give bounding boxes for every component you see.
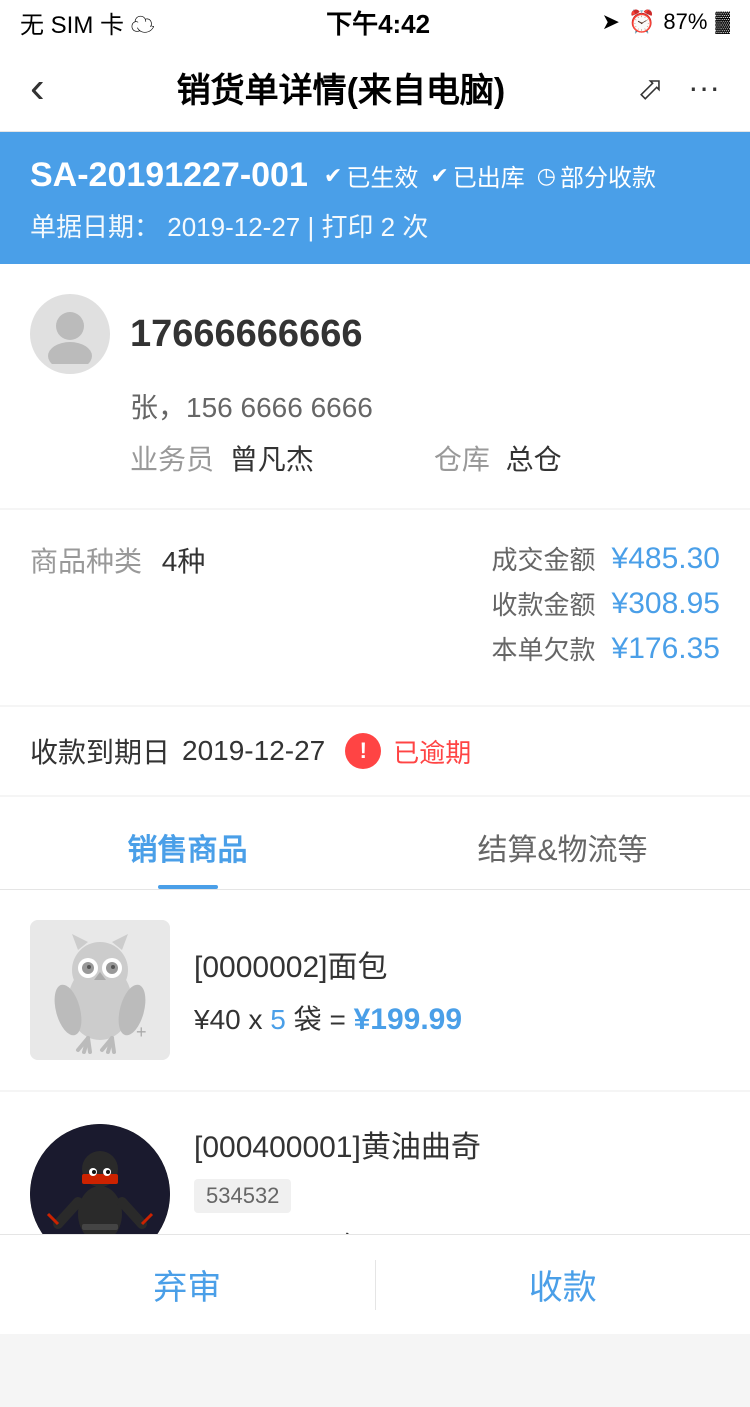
battery-icon: ▓ xyxy=(715,11,730,34)
page-title: 销货单详情(来自电脑) xyxy=(177,63,506,112)
deal-amount-row: 成交金额 ¥485.30 xyxy=(492,540,720,577)
tab-settlement-label: 结算&物流等 xyxy=(477,834,647,867)
bread-unit-price: ¥40 xyxy=(194,1004,241,1035)
product-image-bread: + xyxy=(30,920,170,1060)
bread-multiply: x xyxy=(249,1004,271,1035)
received-amount-value: ¥308.95 xyxy=(612,587,720,621)
product-info-bread: [0000002]面包 ¥40 x 5 袋 = ¥199.99 xyxy=(194,942,720,1038)
customer-sub-info: 张，156 6666 6666 xyxy=(130,386,720,426)
order-badges: ✔ 已生效 ✔ 已出库 ◷ 部分收款 xyxy=(324,158,656,193)
cancel-review-button[interactable]: 弃审 xyxy=(0,1240,375,1329)
order-date-line: 单据日期： 2019-12-27 | 打印 2 次 xyxy=(30,207,720,244)
payment-button[interactable]: 收款 xyxy=(376,1240,750,1329)
check-icon-effective: ✔ xyxy=(324,163,342,189)
nav-actions: ⬀ ··· xyxy=(637,69,720,107)
product-name-cookie: [000400001]黄油曲奇 xyxy=(194,1122,720,1166)
status-right: ➤ ⏰ 87% ▓ xyxy=(602,9,730,35)
nav-bar: ‹ 销货单详情(来自电脑) ⬀ ··· xyxy=(0,44,750,132)
sim-label: 无 SIM 卡 ☁ xyxy=(20,5,155,40)
order-print-info: | 打印 2 次 xyxy=(307,212,428,242)
order-date-value: 2019-12-27 xyxy=(167,212,300,242)
clock-icon: ◷ xyxy=(537,163,556,189)
svg-text:+: + xyxy=(136,1022,147,1042)
badge-shipped-label: 已出库 xyxy=(453,158,525,193)
owed-amount-row: 本单欠款 ¥176.35 xyxy=(492,630,720,667)
overdue-status: 已逾期 xyxy=(393,733,471,770)
bread-equals: = xyxy=(329,1004,353,1035)
customer-meta: 业务员 曾凡杰 仓库 总仓 xyxy=(130,438,720,478)
customer-phone: 17666666666 xyxy=(130,313,362,356)
more-icon[interactable]: ··· xyxy=(688,69,720,106)
badge-shipped: ✔ 已出库 xyxy=(430,158,524,193)
overdue-section: 收款到期日 2019-12-27 ! 已逾期 xyxy=(0,707,750,795)
overdue-label: 收款到期日 xyxy=(30,731,170,771)
tab-sales-products-label: 销售商品 xyxy=(128,834,248,867)
badge-effective: ✔ 已生效 xyxy=(324,158,418,193)
product-item-bread[interactable]: + [0000002]面包 ¥40 x 5 袋 = ¥199.99 xyxy=(0,890,750,1090)
owed-amount-label: 本单欠款 xyxy=(492,630,596,667)
order-header-banner: SA-20191227-001 ✔ 已生效 ✔ 已出库 ◷ 部分收款 单据日期：… xyxy=(0,132,750,264)
order-date-label: 单据日期： xyxy=(30,212,160,242)
deal-amount-value: ¥485.30 xyxy=(612,542,720,576)
status-bar: 无 SIM 卡 ☁ 下午4:42 ➤ ⏰ 87% ▓ xyxy=(0,0,750,44)
stats-section: 商品种类 4种 成交金额 ¥485.30 收款金额 ¥308.95 本单欠款 ¥… xyxy=(0,510,750,705)
product-name-bread: [0000002]面包 xyxy=(194,942,720,986)
salesperson-label: 业务员 xyxy=(130,444,214,475)
overdue-date: 2019-12-27 xyxy=(182,735,325,767)
stats-right: 成交金额 ¥485.30 收款金额 ¥308.95 本单欠款 ¥176.35 xyxy=(492,540,720,675)
tab-settlement-logistics[interactable]: 结算&物流等 xyxy=(375,797,750,889)
tab-sales-products[interactable]: 销售商品 xyxy=(0,797,375,889)
bread-quantity: 5 xyxy=(270,1004,286,1035)
back-button[interactable]: ‹ xyxy=(30,63,45,113)
product-types-value: 4种 xyxy=(162,546,206,577)
alarm-icon: ⏰ xyxy=(628,9,655,35)
bottom-bar: 弃审 收款 xyxy=(0,1234,750,1334)
tabs-bar: 销售商品 结算&物流等 xyxy=(0,797,750,890)
badge-partial-payment: ◷ 部分收款 xyxy=(537,158,656,193)
order-id: SA-20191227-001 xyxy=(30,156,308,195)
overdue-badge-icon: ! xyxy=(345,733,381,769)
status-time: 下午4:42 xyxy=(326,4,430,41)
customer-avatar xyxy=(30,294,110,374)
check-icon-shipped: ✔ xyxy=(430,163,448,189)
product-types-label: 商品种类 xyxy=(30,546,142,577)
bread-total: ¥199.99 xyxy=(354,1003,462,1036)
customer-section: 17666666666 张，156 6666 6666 业务员 曾凡杰 仓库 总… xyxy=(0,264,750,508)
salesperson-field: 业务员 曾凡杰 xyxy=(130,438,314,478)
warehouse-value: 总仓 xyxy=(506,444,562,475)
deal-amount-label: 成交金额 xyxy=(492,540,596,577)
warehouse-field: 仓库 总仓 xyxy=(434,438,562,478)
battery-level: 87% xyxy=(663,9,707,35)
received-amount-label: 收款金额 xyxy=(492,585,596,622)
badge-partial-label: 部分收款 xyxy=(560,158,656,193)
product-price-bread: ¥40 x 5 袋 = ¥199.99 xyxy=(194,998,720,1038)
salesperson-value: 曾凡杰 xyxy=(230,444,314,475)
location-icon: ➤ xyxy=(602,9,620,35)
warehouse-label: 仓库 xyxy=(434,444,490,475)
share-icon[interactable]: ⬀ xyxy=(637,69,664,107)
owed-amount-value: ¥176.35 xyxy=(612,632,720,666)
received-amount-row: 收款金额 ¥308.95 xyxy=(492,585,720,622)
badge-effective-label: 已生效 xyxy=(346,158,418,193)
product-tag-cookie: 534532 xyxy=(194,1179,291,1213)
bread-unit: 袋 xyxy=(294,1004,322,1035)
status-left: 无 SIM 卡 ☁ xyxy=(20,5,155,40)
